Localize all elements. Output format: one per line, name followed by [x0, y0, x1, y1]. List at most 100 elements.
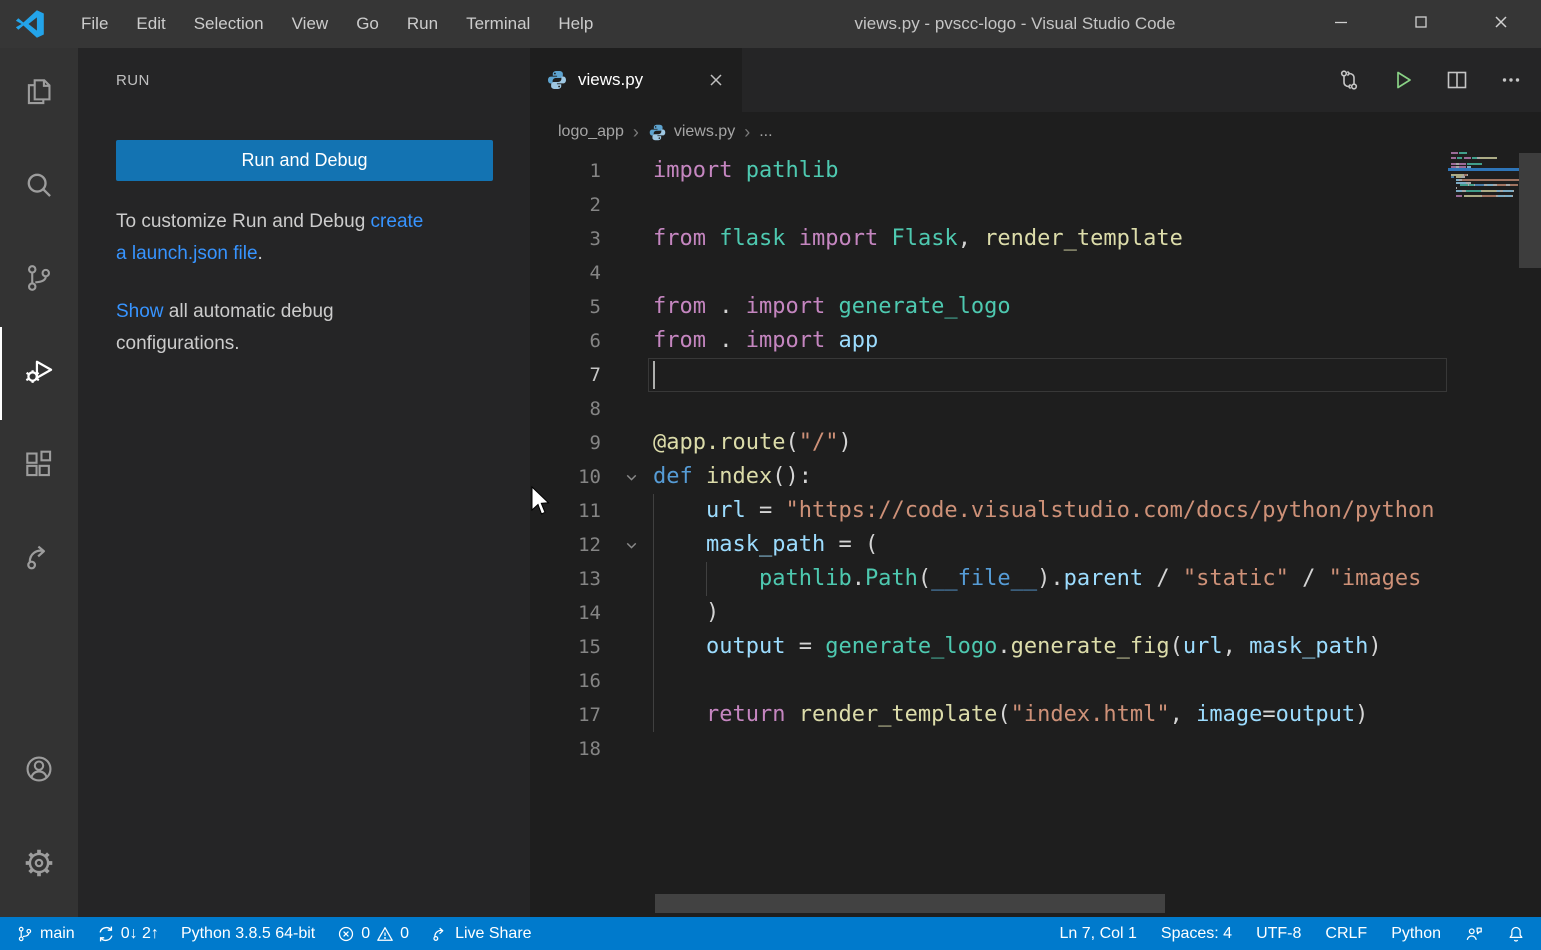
activity-item-source-control[interactable] — [0, 234, 78, 327]
sidebar-link[interactable]: Show — [116, 301, 164, 322]
fold-chevron-down-icon[interactable] — [618, 460, 644, 494]
menu-run[interactable]: Run — [393, 0, 452, 48]
tab-close-icon[interactable] — [706, 70, 726, 90]
chevron-right-icon: › — [744, 122, 750, 143]
activity-item-settings[interactable] — [0, 819, 78, 912]
run-and-debug-button[interactable]: Run and Debug — [116, 140, 493, 181]
activity-item-search[interactable] — [0, 141, 78, 234]
horizontal-scrollbar[interactable] — [655, 894, 1165, 913]
code-line-text: ) — [648, 596, 1448, 630]
code-line-6[interactable]: 6from . import app — [530, 324, 1541, 358]
code-line-14[interactable]: 14 ) — [530, 596, 1541, 630]
code-line-text: from . import generate_logo — [648, 290, 1448, 324]
split-editor-button[interactable] — [1445, 68, 1469, 92]
code-line-3[interactable]: 3from flask import Flask, render_templat… — [530, 222, 1541, 256]
vscode-window: FileEditSelectionViewGoRunTerminalHelp v… — [0, 0, 1541, 950]
status-item-language-mode[interactable]: Python — [1391, 925, 1441, 943]
code-line-1[interactable]: 1import pathlib — [530, 154, 1541, 188]
code-line-10[interactable]: 10def index(): — [530, 460, 1541, 494]
status-item-cursor-position[interactable]: Ln 7, Col 1 — [1060, 925, 1137, 943]
activity-item-run-and-debug[interactable] — [0, 327, 78, 420]
line-number: 3 — [530, 222, 601, 256]
minimap[interactable] — [1448, 152, 1519, 917]
gear-icon — [23, 847, 55, 884]
line-number: 4 — [530, 256, 601, 290]
sidebar-link[interactable]: a launch.json file — [116, 243, 258, 264]
menu-terminal[interactable]: Terminal — [452, 0, 544, 48]
menu-file[interactable]: File — [67, 0, 122, 48]
run-python-file-button[interactable] — [1391, 68, 1415, 92]
sidebar-paragraph: To customize Run and Debug createa launc… — [116, 206, 506, 270]
activity-item-live-share[interactable] — [0, 513, 78, 606]
menu-edit[interactable]: Edit — [122, 0, 179, 48]
files-icon — [23, 76, 55, 113]
tab-views-py[interactable]: views.py — [530, 48, 742, 112]
menu-view[interactable]: View — [278, 0, 343, 48]
code-line-5[interactable]: 5from . import generate_logo — [530, 290, 1541, 324]
more-actions-button[interactable] — [1499, 68, 1523, 92]
menu-help[interactable]: Help — [544, 0, 607, 48]
status-item-sync[interactable]: 0↓ 2↑ — [97, 925, 159, 943]
code-line-4[interactable]: 4 — [530, 256, 1541, 290]
code-line-17[interactable]: 17 return render_template("index.html", … — [530, 698, 1541, 732]
code-line-12[interactable]: 12 mask_path = ( — [530, 528, 1541, 562]
share-icon — [23, 541, 55, 578]
status-label: Live Share — [455, 925, 532, 943]
open-changes-button[interactable] — [1337, 68, 1361, 92]
activity-item-account[interactable] — [0, 725, 78, 818]
status-label: 0 — [361, 925, 370, 943]
code-line-13[interactable]: 13 pathlib.Path(__file__).parent / "stat… — [530, 562, 1541, 596]
menu-selection[interactable]: Selection — [180, 0, 278, 48]
sidebar-paragraph: Show all automatic debugconfigurations. — [116, 296, 506, 360]
code-line-2[interactable]: 2 — [530, 188, 1541, 222]
breadcrumb-label: ... — [759, 123, 772, 141]
status-label: Spaces: 4 — [1161, 925, 1232, 943]
window-title: views.py - pvscc-logo - Visual Studio Co… — [855, 0, 1176, 48]
warning-icon — [376, 925, 394, 943]
sync-icon — [97, 925, 115, 943]
breadcrumb-item[interactable]: logo_app — [558, 123, 624, 141]
line-number: 2 — [530, 188, 601, 222]
title-bar: FileEditSelectionViewGoRunTerminalHelp v… — [0, 0, 1541, 48]
breadcrumb-item[interactable]: ... — [759, 123, 772, 141]
maximize-button[interactable] — [1381, 0, 1461, 48]
line-number: 10 — [530, 460, 601, 494]
status-item-eol[interactable]: CRLF — [1325, 925, 1367, 943]
status-item-feedback[interactable] — [1465, 925, 1483, 943]
status-item-python-interpreter[interactable]: Python 3.8.5 64-bit — [181, 925, 315, 943]
code-line-9[interactable]: 9@app.route("/") — [530, 426, 1541, 460]
error-icon — [337, 925, 355, 943]
vertical-scrollbar[interactable] — [1519, 153, 1541, 268]
fold-chevron-down-icon[interactable] — [618, 528, 644, 562]
status-label: Python — [1391, 925, 1441, 943]
activity-item-extensions[interactable] — [0, 420, 78, 513]
status-item-notifications[interactable] — [1507, 925, 1525, 943]
menu-go[interactable]: Go — [342, 0, 393, 48]
close-button[interactable] — [1461, 0, 1541, 48]
status-item-git-branch[interactable]: main — [16, 925, 75, 943]
text-cursor — [653, 361, 655, 389]
line-number: 8 — [530, 392, 601, 426]
status-label: main — [40, 925, 75, 943]
status-item-live-share[interactable]: Live Share — [431, 925, 532, 943]
code-line-15[interactable]: 15 output = generate_logo.generate_fig(u… — [530, 630, 1541, 664]
activity-item-explorer[interactable] — [0, 48, 78, 141]
code-line-18[interactable]: 18 — [530, 732, 1541, 766]
breadcrumb-item[interactable]: views.py — [648, 123, 735, 142]
minimize-button[interactable] — [1301, 0, 1381, 48]
editor-group: views.py logo_app›views.py›... 1import p… — [530, 48, 1541, 917]
status-item-problems[interactable]: 00 — [337, 925, 409, 943]
line-number: 1 — [530, 154, 601, 188]
extensions-icon — [23, 448, 55, 485]
code-line-16[interactable]: 16 — [530, 664, 1541, 698]
status-item-indentation[interactable]: Spaces: 4 — [1161, 925, 1232, 943]
code-line-8[interactable]: 8 — [530, 392, 1541, 426]
breadcrumb: logo_app›views.py›... — [530, 112, 1541, 152]
sidebar-text: configurations. — [116, 333, 240, 354]
sidebar-link[interactable]: create — [371, 211, 424, 232]
status-item-encoding[interactable]: UTF-8 — [1256, 925, 1301, 943]
window-controls — [1301, 0, 1541, 48]
code-editor[interactable]: 1import pathlib23from flask import Flask… — [530, 152, 1541, 917]
code-line-7[interactable]: 7 — [530, 358, 1541, 392]
code-line-11[interactable]: 11 url = "https://code.visualstudio.com/… — [530, 494, 1541, 528]
